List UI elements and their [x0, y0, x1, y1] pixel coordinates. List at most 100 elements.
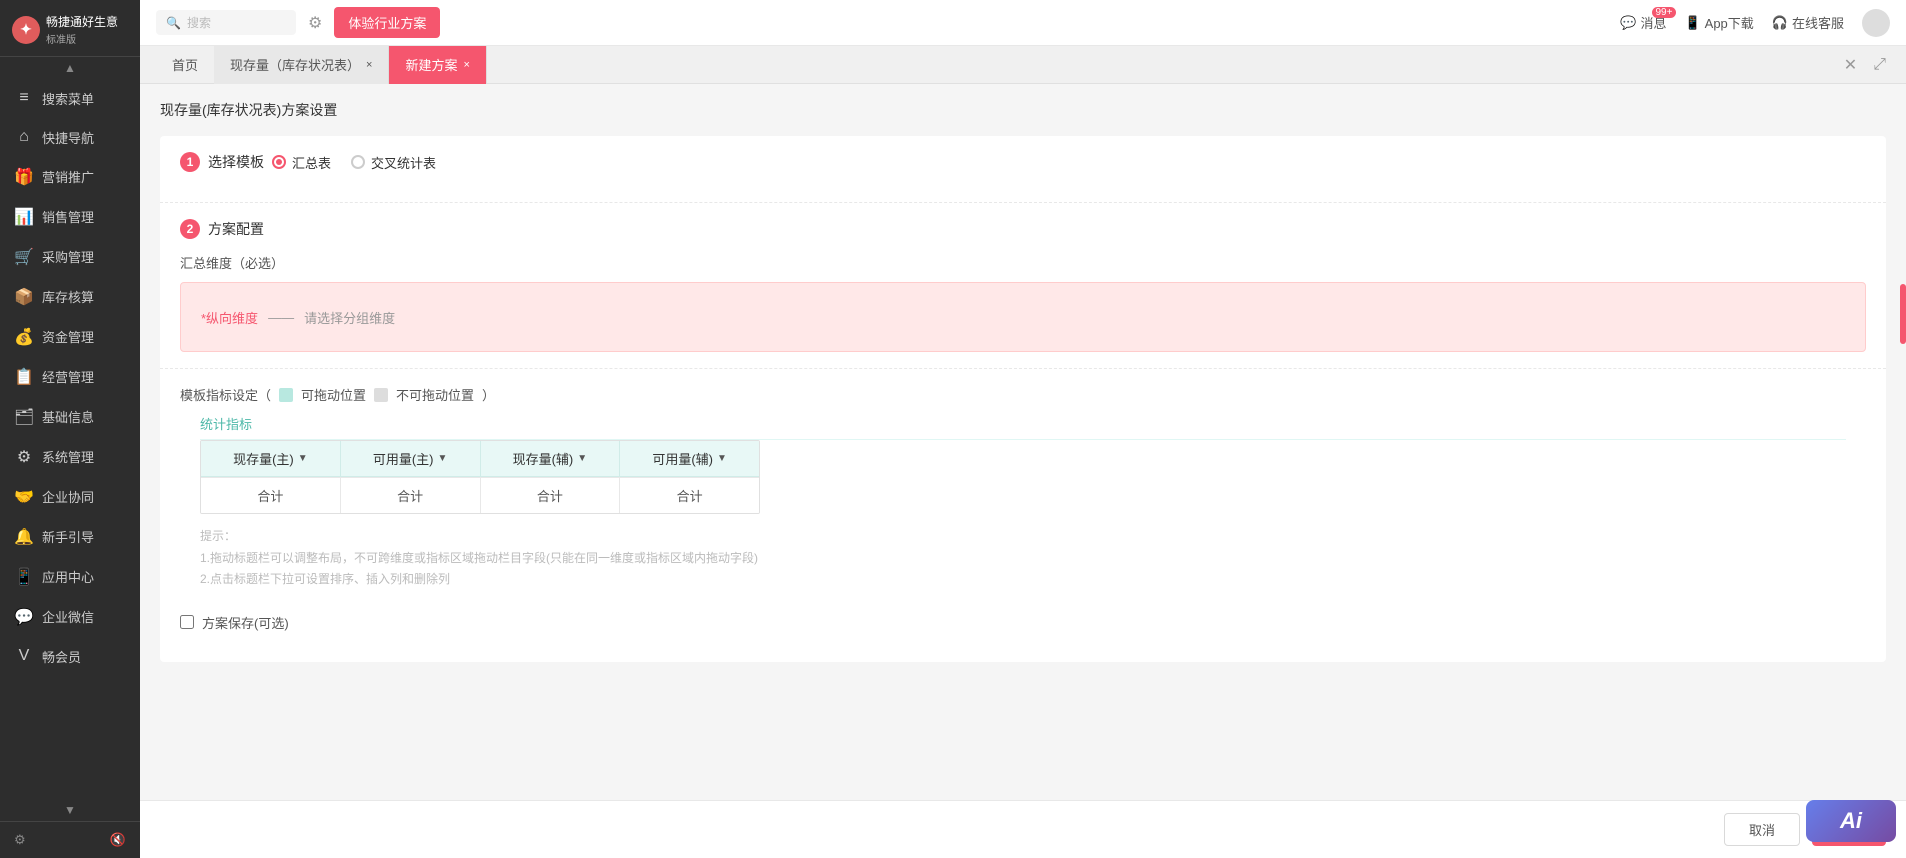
section2-num: 2 — [180, 219, 200, 239]
vertical-dim-area[interactable]: *纵向维度 —— 请选择分组维度 — [180, 282, 1866, 352]
sidebar-item-label: 企业微信 — [42, 607, 94, 626]
dim-required-mark: *纵向维度 — [201, 308, 258, 327]
sidebar-item-label: 采购管理 — [42, 247, 94, 266]
indicator-draggable-label: 可拖动位置 — [301, 385, 366, 404]
not-draggable-badge — [374, 388, 388, 402]
stats-col-3-label: 可用量(辅) — [652, 449, 713, 468]
stats-col-3-chevron: ▼ — [717, 453, 727, 464]
right-scroll-handle[interactable] — [1900, 284, 1906, 344]
clipboard-icon: 📋 — [14, 367, 34, 387]
app-download-item[interactable]: 📱 App下载 — [1684, 13, 1753, 32]
radio-cross-label: 交叉统计表 — [371, 153, 436, 172]
radio-summary-dot — [272, 155, 286, 169]
save-checkbox[interactable] — [180, 615, 194, 629]
chart-icon: 📊 — [14, 207, 34, 227]
sidebar-item-label: 新手引导 — [42, 527, 94, 546]
sidebar-item-sales[interactable]: 📊 销售管理 — [0, 197, 140, 237]
stats-col-1-label: 可用量(主) — [373, 449, 434, 468]
tab-new-plan-close[interactable]: × — [463, 59, 469, 71]
footer-bar: 取消 查询 — [140, 800, 1906, 858]
logo-tag: 标准版 — [46, 31, 118, 46]
stats-table: 现存量(主) ▼ 可用量(主) ▼ 现存量(辅) ▼ — [200, 440, 760, 514]
radio-summary[interactable]: 汇总表 — [272, 153, 331, 172]
tab-home[interactable]: 首页 — [156, 46, 214, 84]
summary-dim-label: 汇总维度（必选） — [180, 253, 1866, 272]
stats-col-3[interactable]: 可用量(辅) ▼ — [620, 441, 759, 476]
sidebar-item-cooperation[interactable]: 🤝 企业协同 — [0, 477, 140, 517]
tab-controls: ✕ ⤢ — [1840, 51, 1890, 79]
sidebar-scroll-down[interactable]: ▼ — [0, 799, 140, 821]
tab-expand-icon[interactable]: ⤢ — [1869, 52, 1890, 78]
app-download-label: App下载 — [1705, 13, 1754, 32]
sidebar-nav: ≡ 搜索菜单 ⌂ 快捷导航 🎁 营销推广 📊 销售管理 🛒 采购管理 📦 库存核… — [0, 79, 140, 799]
section1-title: 选择模板 — [208, 152, 264, 172]
tip-1: 1.拖动标题栏可以调整布局，不可跨维度或指标区域拖动栏目字段(只能在同一维度或指… — [200, 548, 1846, 570]
stats-col-0-label: 现存量(主) — [233, 449, 294, 468]
stats-table-header: 现存量(主) ▼ 可用量(主) ▼ 现存量(辅) ▼ — [201, 441, 759, 477]
stats-table-row-0: 合计 合计 合计 合计 — [201, 477, 759, 513]
sidebar-item-label: 系统管理 — [42, 447, 94, 466]
sidebar-item-inventory[interactable]: 📦 库存核算 — [0, 277, 140, 317]
sidebar-item-finance[interactable]: 💰 资金管理 — [0, 317, 140, 357]
section-plan-config: 2 方案配置 汇总维度（必选） *纵向维度 —— 请选择分组维度 — [160, 203, 1886, 369]
cancel-button[interactable]: 取消 — [1724, 813, 1800, 846]
avatar[interactable] — [1862, 9, 1890, 37]
customer-service-item[interactable]: 🎧 在线客服 — [1772, 13, 1844, 32]
customer-service-label: 在线客服 — [1792, 13, 1844, 32]
sidebar-item-system[interactable]: ⚙ 系统管理 — [0, 437, 140, 477]
indicator-label-text: 模板指标设定（ — [180, 385, 271, 404]
stats-col-0-chevron: ▼ — [298, 453, 308, 464]
sidebar-item-label: 畅会员 — [42, 647, 81, 666]
indicator-settings-label: 模板指标设定（ 可拖动位置 不可拖动位置 ） — [180, 385, 1866, 404]
sidebar-item-operation[interactable]: 📋 经营管理 — [0, 357, 140, 397]
settings-icon[interactable]: ⚙ — [14, 832, 26, 848]
vip-icon: V — [14, 647, 34, 665]
sidebar-item-wechat[interactable]: 💬 企业微信 — [0, 597, 140, 637]
gear-icon[interactable]: ⚙ — [308, 13, 322, 33]
sidebar-item-basic-info[interactable]: 🗂 基础信息 — [0, 397, 140, 437]
system-icon: ⚙ — [14, 447, 34, 467]
phone-icon: 📱 — [1684, 15, 1700, 31]
sidebar-bottom: ⚙ 🔇 — [0, 821, 140, 858]
stats-col-2[interactable]: 现存量(辅) ▼ — [481, 441, 621, 476]
message-item[interactable]: 💬 消息 99+ — [1620, 13, 1666, 32]
config-panel: 1 选择模板 汇总表 交叉统计表 — [160, 136, 1886, 662]
sidebar-scroll-up[interactable]: ▲ — [0, 57, 140, 79]
tab-new-plan[interactable]: 新建方案 × — [389, 46, 486, 84]
radio-cross[interactable]: 交叉统计表 — [351, 153, 436, 172]
sound-icon[interactable]: 🔇 — [110, 832, 126, 848]
stats-col-0[interactable]: 现存量(主) ▼ — [201, 441, 341, 476]
tabs-bar: 首页 现存量（库存状况表） × 新建方案 × ✕ ⤢ — [140, 46, 1906, 84]
tab-inventory[interactable]: 现存量（库存状况表） × — [214, 46, 389, 84]
stats-cell-0-1: 合计 — [341, 478, 481, 513]
tips-area: 提示： 1.拖动标题栏可以调整布局，不可跨维度或指标区域拖动栏目字段(只能在同一… — [180, 514, 1866, 603]
stats-col-2-chevron: ▼ — [577, 453, 587, 464]
tab-inventory-close[interactable]: × — [366, 59, 372, 71]
sidebar-item-marketing[interactable]: 🎁 营销推广 — [0, 157, 140, 197]
sidebar-item-label: 营销推广 — [42, 167, 94, 186]
message-badge: 99+ — [1652, 7, 1677, 18]
sidebar-item-label: 销售管理 — [42, 207, 94, 226]
topbar-right: 💬 消息 99+ 📱 App下载 🎧 在线客服 — [1620, 9, 1890, 37]
sidebar-item-label: 企业协同 — [42, 487, 94, 506]
sidebar-item-quick-nav[interactable]: ⌂ 快捷导航 — [0, 118, 140, 157]
message-icon: 💬 — [1620, 15, 1636, 31]
sidebar-item-search-menu[interactable]: ≡ 搜索菜单 — [0, 79, 140, 118]
stats-col-1[interactable]: 可用量(主) ▼ — [341, 441, 481, 476]
sidebar-item-app-center[interactable]: 📱 应用中心 — [0, 557, 140, 597]
ai-badge[interactable]: Ai — [1806, 800, 1896, 842]
home-icon: ⌂ — [14, 128, 34, 146]
radio-summary-label: 汇总表 — [292, 153, 331, 172]
page-title: 现存量(库存状况表)方案设置 — [160, 100, 1886, 120]
stats-col-2-label: 现存量(辅) — [513, 449, 574, 468]
sidebar-item-newbie[interactable]: 🔔 新手引导 — [0, 517, 140, 557]
bell-icon: 🔔 — [14, 527, 34, 547]
sidebar-item-member[interactable]: V 畅会员 — [0, 637, 140, 676]
gift-icon: 🎁 — [14, 167, 34, 187]
search-box[interactable]: 🔍 搜索 — [156, 10, 296, 35]
trial-button[interactable]: 体验行业方案 — [334, 7, 440, 38]
tab-close-icon[interactable]: ✕ — [1840, 51, 1861, 79]
bag-icon: 🛒 — [14, 247, 34, 267]
stats-cell-0-2: 合计 — [481, 478, 621, 513]
sidebar-item-purchase[interactable]: 🛒 采购管理 — [0, 237, 140, 277]
